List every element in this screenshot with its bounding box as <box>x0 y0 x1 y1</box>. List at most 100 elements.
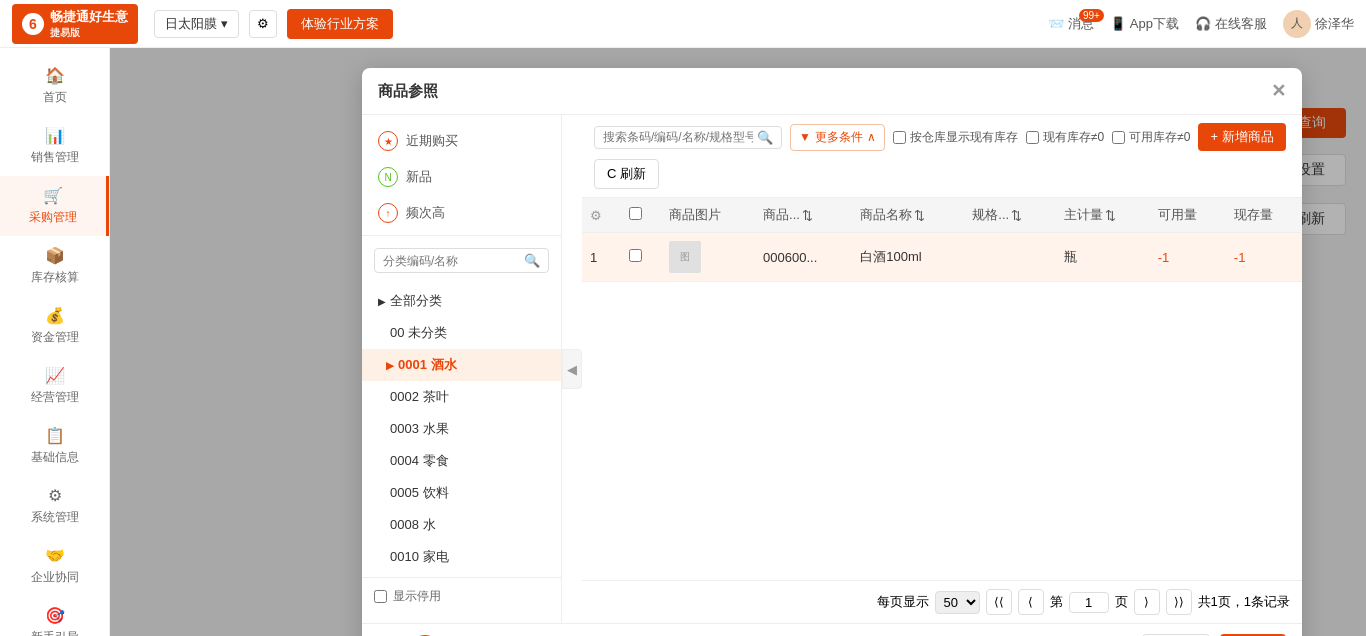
cat-liquor[interactable]: ▶ 0001 酒水 <box>362 349 561 381</box>
online-service-button[interactable]: 🎧 在线客服 <box>1195 15 1267 33</box>
add-product-button[interactable]: + 新增商品 <box>1198 123 1285 151</box>
per-page-select[interactable]: 50 <box>935 591 980 614</box>
more-filters-button[interactable]: ▼ 更多条件 ∧ <box>790 124 885 151</box>
sidebar-item-purchase[interactable]: 🛒 采购管理 <box>0 176 109 236</box>
row-checkbox[interactable] <box>629 249 642 262</box>
row-unit-cell: 瓶 <box>1056 233 1150 282</box>
home-icon: 🏠 <box>45 66 65 85</box>
sidebar-item-sales[interactable]: 📊 销售管理 <box>0 116 109 176</box>
modal-toolbar: 🔍 ▼ 更多条件 ∧ 按仓库显示现有库存 <box>582 115 1302 198</box>
sidebar-item-inventory[interactable]: 📦 库存核算 <box>0 236 109 296</box>
checkbox-warehouse-stock[interactable]: 按仓库显示现有库存 <box>893 129 1018 146</box>
row-checkbox-cell[interactable] <box>621 233 661 282</box>
product-search-input[interactable] <box>603 130 753 144</box>
modal-footer: ? 🛒 连续选择的商品 0 ∧ 取消 确定 <box>362 623 1302 636</box>
avatar: 人 <box>1283 10 1311 38</box>
stock-column-header: 现存量 <box>1226 198 1302 233</box>
modal-right-panel: 🔍 ▼ 更多条件 ∧ 按仓库显示现有库存 <box>582 115 1302 623</box>
table-header-row: ⚙ 商品图片 商品... ⇅ 商品名称 ⇅ <box>582 198 1302 233</box>
user-menu[interactable]: 人 徐泽华 <box>1283 10 1354 38</box>
checkbox-available-stock[interactable]: 可用库存≠0 <box>1112 129 1190 146</box>
per-page-label: 每页显示 <box>877 593 929 611</box>
product-reference-modal: 商品参照 ✕ ★ 近期购买 N 新品 ↑ <box>362 68 1302 636</box>
filter-arrow-icon: ∧ <box>867 130 876 144</box>
unit-column-header[interactable]: 主计量 ⇅ <box>1056 198 1150 233</box>
product-search-box[interactable]: 🔍 <box>594 126 782 149</box>
logo: 6 畅捷通好生意 捷易版 <box>12 4 138 44</box>
refresh-button[interactable]: C 刷新 <box>594 159 659 189</box>
product-image: 图 <box>669 241 701 273</box>
app-download-button[interactable]: 📱 App下载 <box>1110 15 1179 33</box>
arrow-icon: ▶ <box>378 296 386 307</box>
display-disabled-checkbox[interactable] <box>374 590 387 603</box>
cat-appliance[interactable]: 0010 家电 <box>362 541 561 573</box>
table-row[interactable]: 1 图 000600... 白酒100ml 瓶 -1 <box>582 233 1302 282</box>
img-column-header: 商品图片 <box>661 198 755 233</box>
spec-column-header[interactable]: 规格... ⇅ <box>964 198 1055 233</box>
arrow-icon-liquor: ▶ <box>386 360 394 371</box>
left-nav-new[interactable]: N 新品 <box>362 159 561 195</box>
gear-button[interactable]: ⚙ <box>249 10 277 38</box>
inventory-icon: 📦 <box>45 246 65 265</box>
freq-icon: ↑ <box>378 203 398 223</box>
current-stock-checkbox[interactable] <box>1026 131 1039 144</box>
checkbox-column-header <box>621 198 661 233</box>
page-label: 第 <box>1050 593 1063 611</box>
row-name-cell: 白酒100ml <box>852 233 964 282</box>
cat-snack[interactable]: 0004 零食 <box>362 445 561 477</box>
divider <box>362 235 561 236</box>
first-page-button[interactable]: ⟨⟨ <box>986 589 1012 615</box>
product-table: ⚙ 商品图片 商品... ⇅ 商品名称 ⇅ <box>582 198 1302 580</box>
sidebar-item-basicinfo[interactable]: 📋 基础信息 <box>0 416 109 476</box>
cat-all[interactable]: ▶ 全部分类 <box>362 285 561 317</box>
cat-fruit[interactable]: 0003 水果 <box>362 413 561 445</box>
modal-close-button[interactable]: ✕ <box>1271 80 1286 102</box>
cta-button[interactable]: 体验行业方案 <box>287 9 393 39</box>
messages-button[interactable]: 📨 消息 99+ <box>1048 15 1094 33</box>
search-icon[interactable]: 🔍 <box>524 253 540 268</box>
sidebar-item-home[interactable]: 🏠 首页 <box>0 56 109 116</box>
chevron-down-icon: ▾ <box>221 16 228 31</box>
warehouse-stock-checkbox[interactable] <box>893 131 906 144</box>
modal-header: 商品参照 ✕ <box>362 68 1302 115</box>
category-search-input[interactable] <box>383 254 524 268</box>
sidebar-item-guide[interactable]: 🎯 新手引导 <box>0 596 109 636</box>
purchase-icon: 🛒 <box>43 186 63 205</box>
cat-beverage[interactable]: 0005 饮料 <box>362 477 561 509</box>
left-nav-freq[interactable]: ↑ 频次高 <box>362 195 561 231</box>
settings-column-header[interactable]: ⚙ <box>582 198 621 233</box>
name-column-header[interactable]: 商品名称 ⇅ <box>852 198 964 233</box>
sidebar-item-finance[interactable]: 💰 资金管理 <box>0 296 109 356</box>
cat-tea[interactable]: 0002 茶叶 <box>362 381 561 413</box>
headset-icon: 🎧 <box>1195 16 1211 31</box>
prev-page-button[interactable]: ⟨ <box>1018 589 1044 615</box>
sidebar-item-collab[interactable]: 🤝 企业协同 <box>0 536 109 596</box>
row-num-cell: 1 <box>582 233 621 282</box>
row-stock-cell: -1 <box>1226 233 1302 282</box>
next-page-button[interactable]: ⟩ <box>1134 589 1160 615</box>
modal-title: 商品参照 <box>378 82 438 101</box>
sidebar-item-system[interactable]: ⚙ 系统管理 <box>0 476 109 536</box>
category-tree: ▶ 全部分类 00 未分类 ▶ 0001 酒水 0002 茶叶 <box>362 281 561 577</box>
available-stock-checkbox[interactable] <box>1112 131 1125 144</box>
category-search-box[interactable]: 🔍 <box>374 248 549 273</box>
message-icon: 📨 <box>1048 16 1064 31</box>
modal-left-panel: ★ 近期购买 N 新品 ↑ 频次高 🔍 <box>362 115 562 623</box>
last-page-button[interactable]: ⟩⟩ <box>1166 589 1192 615</box>
collapse-button[interactable]: ◀ <box>562 349 582 389</box>
cat-uncategorized[interactable]: 00 未分类 <box>362 317 561 349</box>
sidebar-item-ops[interactable]: 📈 经营管理 <box>0 356 109 416</box>
logo-icon: 6 <box>22 13 44 35</box>
left-nav-recent[interactable]: ★ 近期购买 <box>362 123 561 159</box>
code-column-header[interactable]: 商品... ⇅ <box>755 198 852 233</box>
branch-selector[interactable]: 日太阳膜 ▾ <box>154 10 239 38</box>
recent-icon: ★ <box>378 131 398 151</box>
search-icon-product[interactable]: 🔍 <box>757 130 773 145</box>
checkbox-current-stock[interactable]: 现有库存≠0 <box>1026 129 1104 146</box>
select-all-checkbox[interactable] <box>629 207 642 220</box>
sales-icon: 📊 <box>45 126 65 145</box>
system-icon: ⚙ <box>48 486 62 505</box>
basicinfo-icon: 📋 <box>45 426 65 445</box>
page-number-input[interactable] <box>1069 592 1109 613</box>
cat-water[interactable]: 0008 水 <box>362 509 561 541</box>
